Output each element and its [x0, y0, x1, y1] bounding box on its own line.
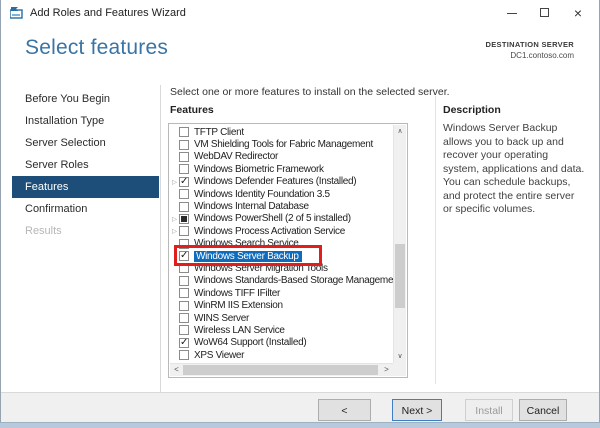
feature-row[interactable]: ▷✓ Windows Defender Features (Installed) — [170, 176, 394, 188]
destination-server-block: DESTINATION SERVER DC1.contoso.com — [486, 40, 574, 60]
feature-row[interactable]: WinRM IIS Extension — [170, 299, 394, 311]
feature-checkbox[interactable] — [179, 140, 189, 150]
sidebar-item-confirmation[interactable]: Confirmation — [12, 198, 159, 220]
expand-arrow-icon[interactable]: ▷ — [170, 176, 179, 188]
feature-row[interactable]: ▷ Windows Process Activation Service — [170, 225, 394, 237]
feature-row[interactable]: Wireless LAN Service — [170, 324, 394, 336]
feature-label: WebDAV Redirector — [194, 151, 278, 162]
indeterminate-icon — [181, 216, 187, 222]
feature-row[interactable]: ✓ WoW64 Support (Installed) — [170, 337, 394, 349]
page-title: Select features — [25, 36, 168, 60]
previous-button[interactable]: < Previous — [318, 399, 371, 421]
feature-label: Windows Standards-Based Storage Manageme… — [194, 275, 394, 286]
install-button[interactable]: Install — [465, 399, 513, 421]
feature-checkbox[interactable] — [179, 325, 189, 335]
features-list-label: Features — [170, 104, 214, 116]
feature-label: WinRM IIS Extension — [194, 300, 283, 311]
feature-checkbox[interactable] — [179, 288, 189, 298]
feature-checkbox[interactable] — [179, 313, 189, 323]
feature-checkbox[interactable]: ✓ — [179, 177, 189, 187]
feature-label: TFTP Client — [194, 127, 244, 138]
scroll-up-icon[interactable]: ∧ — [394, 125, 406, 138]
destination-server-label: DESTINATION SERVER — [486, 40, 574, 49]
vertical-scrollbar[interactable]: ∧ ∨ — [393, 125, 406, 363]
feature-label: Windows Identity Foundation 3.5 — [194, 189, 330, 200]
checkmark-icon: ✓ — [180, 337, 188, 349]
feature-checkbox[interactable] — [179, 301, 189, 311]
footer-bar: < Previous Next > Install Cancel — [1, 393, 599, 422]
feature-label: Windows Defender Features (Installed) — [194, 176, 356, 187]
maximize-icon — [540, 8, 549, 17]
feature-checkbox[interactable] — [179, 350, 189, 360]
feature-checkbox[interactable] — [179, 189, 189, 199]
window-title: Add Roles and Features Wizard — [30, 0, 186, 26]
feature-checkbox[interactable] — [179, 276, 189, 286]
feature-label: Wireless LAN Service — [194, 325, 285, 336]
scrollbar-corner — [393, 363, 406, 376]
expand-arrow-icon[interactable]: ▷ — [170, 225, 179, 237]
feature-checkbox[interactable] — [179, 127, 189, 137]
sidebar-item-before-you-begin[interactable]: Before You Begin — [12, 88, 159, 110]
feature-row[interactable]: ▷ Windows PowerShell (2 of 5 installed) — [170, 213, 394, 225]
destination-server-value: DC1.contoso.com — [486, 51, 574, 60]
sidebar-item-installation-type[interactable]: Installation Type — [12, 110, 159, 132]
feature-label: Windows Process Activation Service — [194, 226, 345, 237]
feature-label: Windows Biometric Framework — [194, 164, 324, 175]
description-label: Description — [443, 104, 501, 116]
minimize-icon — [507, 13, 517, 14]
feature-checkbox[interactable] — [179, 202, 189, 212]
sidebar-item-server-roles[interactable]: Server Roles — [12, 154, 159, 176]
sidebar-divider — [160, 85, 161, 392]
feature-row[interactable]: Windows Biometric Framework — [170, 163, 394, 175]
feature-checkbox[interactable] — [179, 214, 189, 224]
horizontal-scrollbar-thumb[interactable] — [183, 365, 378, 375]
close-button[interactable]: × — [563, 0, 593, 26]
scroll-right-icon[interactable]: > — [380, 364, 393, 376]
feature-row[interactable]: XPS Viewer — [170, 349, 394, 361]
feature-label: Windows TIFF IFilter — [194, 288, 280, 299]
feature-row[interactable]: WebDAV Redirector — [170, 151, 394, 163]
scroll-left-icon[interactable]: < — [170, 364, 183, 376]
maximize-button[interactable] — [530, 0, 560, 26]
close-icon: × — [574, 5, 582, 21]
title-bar[interactable]: Add Roles and Features Wizard × — [1, 0, 599, 26]
wizard-app-icon — [10, 7, 24, 19]
minimize-button[interactable] — [497, 0, 527, 26]
feature-label: XPS Viewer — [194, 350, 244, 361]
feature-label: WINS Server — [194, 313, 249, 324]
description-divider — [435, 96, 436, 384]
feature-row[interactable]: TFTP Client — [170, 126, 394, 138]
feature-label: VM Shielding Tools for Fabric Management — [194, 139, 373, 150]
feature-checkbox[interactable] — [179, 164, 189, 174]
feature-row[interactable]: Windows Standards-Based Storage Manageme… — [170, 275, 394, 287]
checkmark-icon: ✓ — [180, 176, 188, 188]
feature-label: Windows PowerShell (2 of 5 installed) — [194, 213, 351, 224]
cancel-button[interactable]: Cancel — [519, 399, 567, 421]
expand-arrow-icon[interactable]: ▷ — [170, 213, 179, 225]
description-text: Windows Server Backup allows you to back… — [443, 122, 585, 217]
feature-row[interactable]: Windows Internal Database — [170, 200, 394, 212]
feature-row[interactable]: WINS Server — [170, 312, 394, 324]
feature-checkbox[interactable] — [179, 226, 189, 236]
instruction-text: Select one or more features to install o… — [170, 86, 450, 98]
sidebar-item-server-selection[interactable]: Server Selection — [12, 132, 159, 154]
sidebar-item-features[interactable]: Features — [12, 176, 159, 198]
feature-row[interactable]: VM Shielding Tools for Fabric Management — [170, 138, 394, 150]
feature-row[interactable]: Windows TIFF IFilter — [170, 287, 394, 299]
feature-checkbox[interactable] — [179, 152, 189, 162]
horizontal-scrollbar[interactable]: < > — [170, 363, 393, 376]
feature-label: WoW64 Support (Installed) — [194, 337, 306, 348]
wizard-window: Add Roles and Features Wizard × Select f… — [0, 0, 600, 428]
sidebar-item-results: Results — [12, 220, 159, 242]
feature-row[interactable]: Windows Identity Foundation 3.5 — [170, 188, 394, 200]
next-button[interactable]: Next > — [392, 399, 442, 421]
window-bottom-edge — [0, 422, 600, 428]
feature-label: Windows Internal Database — [194, 201, 309, 212]
wizard-steps-nav: Before You BeginInstallation TypeServer … — [12, 88, 159, 242]
scroll-down-icon[interactable]: ∨ — [394, 350, 406, 363]
vertical-scrollbar-thumb[interactable] — [395, 244, 405, 308]
feature-checkbox[interactable]: ✓ — [179, 338, 189, 348]
annotation-highlight-box — [174, 245, 322, 266]
